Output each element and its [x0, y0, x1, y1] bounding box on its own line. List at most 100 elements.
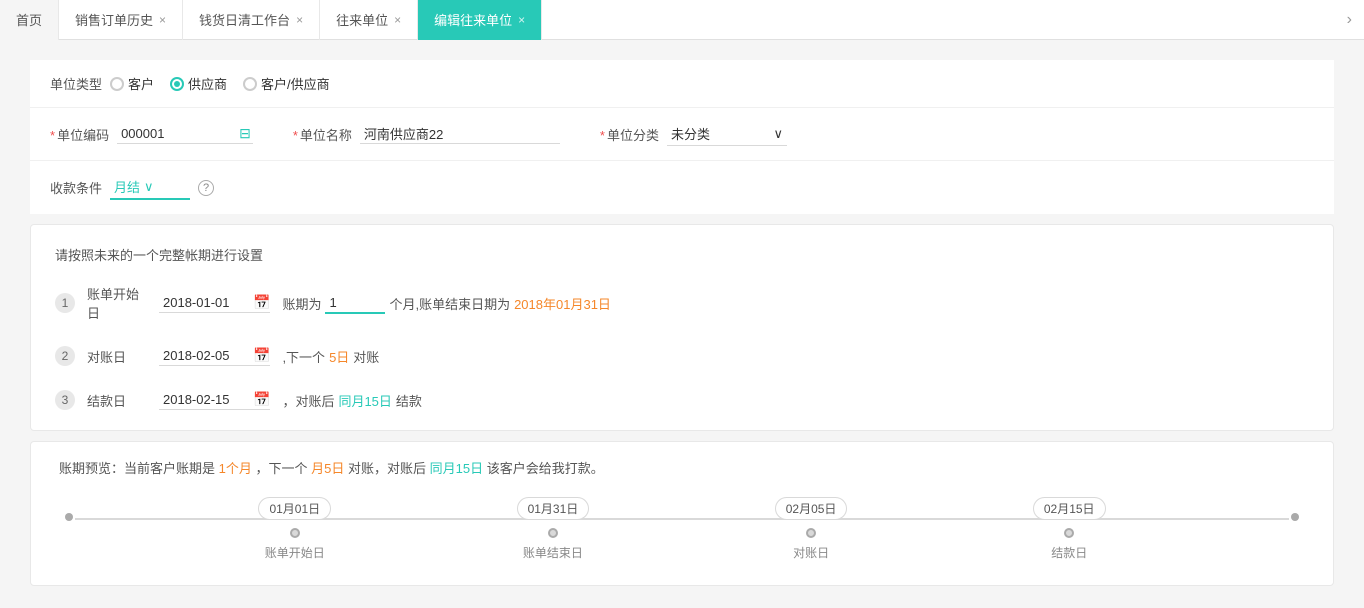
timeline-badge-2: 01月31日	[517, 497, 590, 520]
radio-supplier-label: 供应商	[188, 74, 227, 93]
date-input-2: 📅	[159, 346, 270, 366]
settings-panel: 请按照未来的一个完整帐期进行设置 1 账单开始日 📅 账期为 个月,账单结束日期…	[30, 224, 1334, 431]
unit-type-field: 单位类型 客户 供应商 客户/供应商	[50, 74, 330, 93]
timeline-sub-2: 账单结束日	[523, 544, 583, 561]
radio-customer-label: 客户	[128, 74, 154, 93]
chevron-down-icon: ∨	[773, 126, 783, 142]
row-num-2: 2	[55, 346, 75, 366]
calendar-icon-2[interactable]: 📅	[253, 347, 270, 364]
timeline-badge-3: 02月05日	[775, 497, 848, 520]
row-desc-2: ,下一个 5日 对账	[282, 347, 379, 366]
timeline-left-dot	[65, 513, 73, 521]
setting-row-1: 1 账单开始日 📅 账期为 个月,账单结束日期为 2018年01月31日	[55, 284, 1309, 322]
preview-part2: 月5日	[311, 461, 344, 476]
preview-sep2: 对账，对账后	[348, 461, 426, 476]
tab-sales-history-close[interactable]: ×	[159, 14, 166, 26]
preview-part1: 1个月	[219, 461, 252, 476]
calendar-icon-1[interactable]: 📅	[253, 294, 270, 311]
tab-scroll-arrow[interactable]: ›	[1335, 11, 1364, 29]
tab-cash-work[interactable]: 钱货日清工作台 ×	[183, 0, 320, 40]
panel-title: 请按照未来的一个完整帐期进行设置	[55, 245, 1309, 264]
unit-code-input-wrap: ⊟	[117, 124, 253, 144]
unit-type-row: 单位类型 客户 供应商 客户/供应商	[30, 60, 1334, 107]
tab-partner[interactable]: 往来单位 ×	[320, 0, 418, 40]
timeline-right-dot	[1291, 513, 1299, 521]
tab-sales-history[interactable]: 销售订单历史 ×	[59, 0, 183, 40]
timeline-left-end	[65, 513, 73, 521]
setting-row-2: 2 对账日 📅 ,下一个 5日 对账	[55, 346, 1309, 366]
tab-edit-partner[interactable]: 编辑往来单位 ×	[418, 0, 542, 40]
preview-sep1: ，下一个	[256, 461, 308, 476]
row-label-3: 结款日	[87, 391, 147, 410]
desc-sep-2: ,下一个	[282, 347, 325, 366]
calendar-icon-3[interactable]: 📅	[253, 391, 270, 408]
unit-code-label: *单位编码	[50, 125, 109, 144]
desc-suffix-3: 结款	[396, 391, 422, 410]
tab-bar: 首页 销售订单历史 × 钱货日清工作台 × 往来单位 × 编辑往来单位 × ›	[0, 0, 1364, 40]
timeline-container: 01月01日 账单开始日 01月31日 账单结束日 02月05日 对账日	[55, 497, 1309, 561]
unit-type-label: 单位类型	[50, 74, 102, 93]
preview-part3: 同月15日	[430, 461, 483, 476]
period-input[interactable]	[325, 293, 385, 314]
radio-customer[interactable]: 客户	[110, 74, 154, 93]
date-field-1[interactable]	[159, 293, 249, 312]
unit-name-input[interactable]	[360, 124, 560, 144]
help-icon[interactable]: ?	[198, 180, 214, 196]
setting-row-3: 3 结款日 📅 ，对账后 同月15日 结款	[55, 390, 1309, 410]
payment-field: 收款条件 月结 ∨ ?	[50, 175, 214, 200]
tab-partner-close[interactable]: ×	[394, 14, 401, 26]
timeline-dot-2	[548, 528, 558, 538]
row-label-1: 账单开始日	[87, 284, 147, 322]
same-month-highlight: 同月15日	[338, 391, 391, 410]
unit-code-input[interactable]	[117, 124, 237, 143]
tab-cash-work-close[interactable]: ×	[296, 14, 303, 26]
tab-home[interactable]: 首页	[0, 0, 59, 40]
unit-category-value: 未分类	[671, 124, 710, 143]
tab-edit-partner-close[interactable]: ×	[518, 14, 525, 26]
date-field-2[interactable]	[159, 346, 249, 365]
timeline-dot-3	[806, 528, 816, 538]
radio-both[interactable]: 客户/供应商	[243, 74, 330, 93]
tab-home-label: 首页	[16, 10, 42, 29]
timeline-dot-1	[290, 528, 300, 538]
date-input-1: 📅	[159, 293, 270, 313]
radio-both-label: 客户/供应商	[261, 74, 330, 93]
radio-supplier-circle	[170, 77, 184, 91]
form-section: 单位类型 客户 供应商 客户/供应商	[30, 60, 1334, 214]
payment-label: 收款条件	[50, 178, 102, 197]
timeline-badge-4: 02月15日	[1033, 497, 1106, 520]
unit-info-row: *单位编码 ⊟ *单位名称 *单位分类 未分类 ∨	[30, 108, 1334, 160]
tab-partner-label: 往来单位	[336, 10, 388, 29]
row-desc-3: ，对账后 同月15日 结款	[282, 391, 422, 410]
preview-suffix: 该客户会给我打款。	[487, 461, 604, 476]
payment-row: 收款条件 月结 ∨ ?	[30, 161, 1334, 214]
preview-text: 账期预览：当前客户账期是 1个月 ，下一个 月5日 对账，对账后 同月15日 该…	[55, 458, 1309, 477]
timeline-dot-4	[1064, 528, 1074, 538]
unit-category-star: *	[600, 128, 605, 143]
timeline-item-3: 02月05日 对账日	[775, 497, 848, 561]
unit-name-field: *单位名称	[293, 124, 560, 144]
row-num-1: 1	[55, 293, 75, 313]
date-field-3[interactable]	[159, 390, 249, 409]
payment-chevron-icon: ∨	[144, 179, 154, 195]
unit-name-star: *	[293, 128, 298, 143]
radio-both-circle	[243, 77, 257, 91]
timeline-sub-3: 对账日	[793, 544, 829, 561]
row-label-2: 对账日	[87, 347, 147, 366]
timeline-item-4: 02月15日 结款日	[1033, 497, 1106, 561]
radio-customer-circle	[110, 77, 124, 91]
timeline-badge-1: 01月01日	[258, 497, 331, 520]
copy-icon[interactable]: ⊟	[237, 125, 253, 142]
preview-prefix: 账期预览：当前客户账期是	[59, 461, 215, 476]
timeline-sub-4: 结款日	[1051, 544, 1087, 561]
payment-select[interactable]: 月结 ∨	[110, 175, 190, 200]
main-content: 单位类型 客户 供应商 客户/供应商	[0, 40, 1364, 608]
row-desc-1: 账期为 个月,账单结束日期为 2018年01月31日	[282, 293, 610, 314]
unit-category-field: *单位分类 未分类 ∨	[600, 122, 787, 146]
tab-edit-partner-label: 编辑往来单位	[434, 10, 512, 29]
radio-supplier[interactable]: 供应商	[170, 74, 227, 93]
unit-category-select[interactable]: 未分类 ∨	[667, 122, 787, 146]
end-date-highlight: 2018年01月31日	[514, 294, 611, 313]
desc-prefix-3: ，对账后	[282, 391, 334, 410]
next-day-highlight: 5日	[329, 347, 349, 366]
